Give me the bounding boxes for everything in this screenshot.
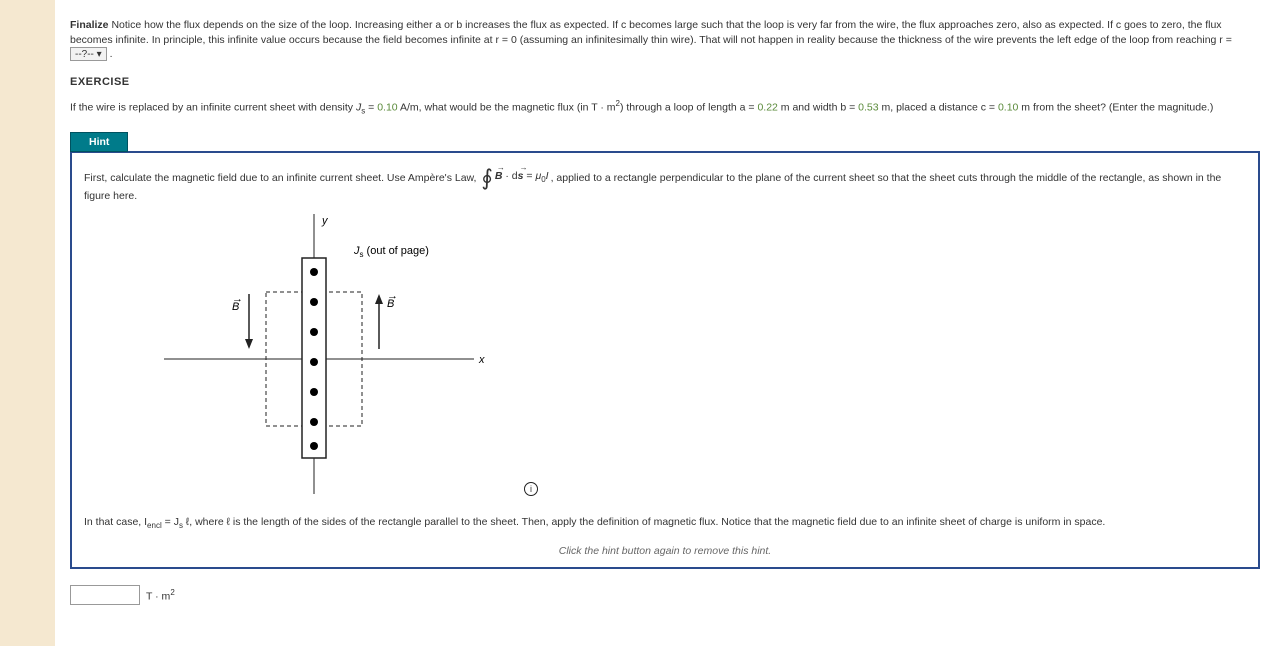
integral-sign-icon: ∮	[481, 167, 492, 189]
hint-figure: y x Js (out of page)	[164, 214, 1246, 504]
left-sidebar-stripe	[0, 0, 55, 646]
finalize-paragraph: Finalize Notice how the flux depends on …	[70, 18, 1260, 62]
answer-input[interactable]	[70, 585, 140, 605]
exercise-heading: EXERCISE	[70, 76, 1260, 88]
svg-text:B: B	[387, 298, 394, 310]
x-axis-label: x	[478, 354, 485, 366]
hint-toggle-button[interactable]: Hint	[70, 132, 128, 152]
reach-dropdown[interactable]: --?-- ▾	[70, 47, 107, 61]
answer-row: T · m2	[70, 585, 1260, 605]
amperes-law-diagram: y x Js (out of page)	[164, 214, 544, 494]
hint-line-1: First, calculate the magnetic field due …	[84, 167, 1246, 205]
hint-line-2: In that case, Iencl = Js ℓ, where ℓ is t…	[84, 514, 1246, 533]
integral-formula: ∮ B · ds = μ0I	[481, 167, 548, 189]
main-content: Finalize Notice how the flux depends on …	[70, 0, 1260, 605]
finalize-body: Notice how the flux depends on the size …	[70, 19, 1232, 46]
finalize-label: Finalize	[70, 19, 109, 31]
exercise-question: If the wire is replaced by an infinite c…	[70, 98, 1260, 118]
js-label: Js (out of page)	[353, 245, 429, 259]
answer-unit: T · m2	[146, 588, 175, 603]
hint-panel: First, calculate the magnetic field due …	[70, 151, 1260, 570]
svg-text:B: B	[232, 301, 239, 313]
close-hint-instruction: Click the hint button again to remove th…	[84, 545, 1246, 557]
y-axis-label: y	[321, 215, 329, 227]
finalize-end: .	[110, 48, 113, 60]
